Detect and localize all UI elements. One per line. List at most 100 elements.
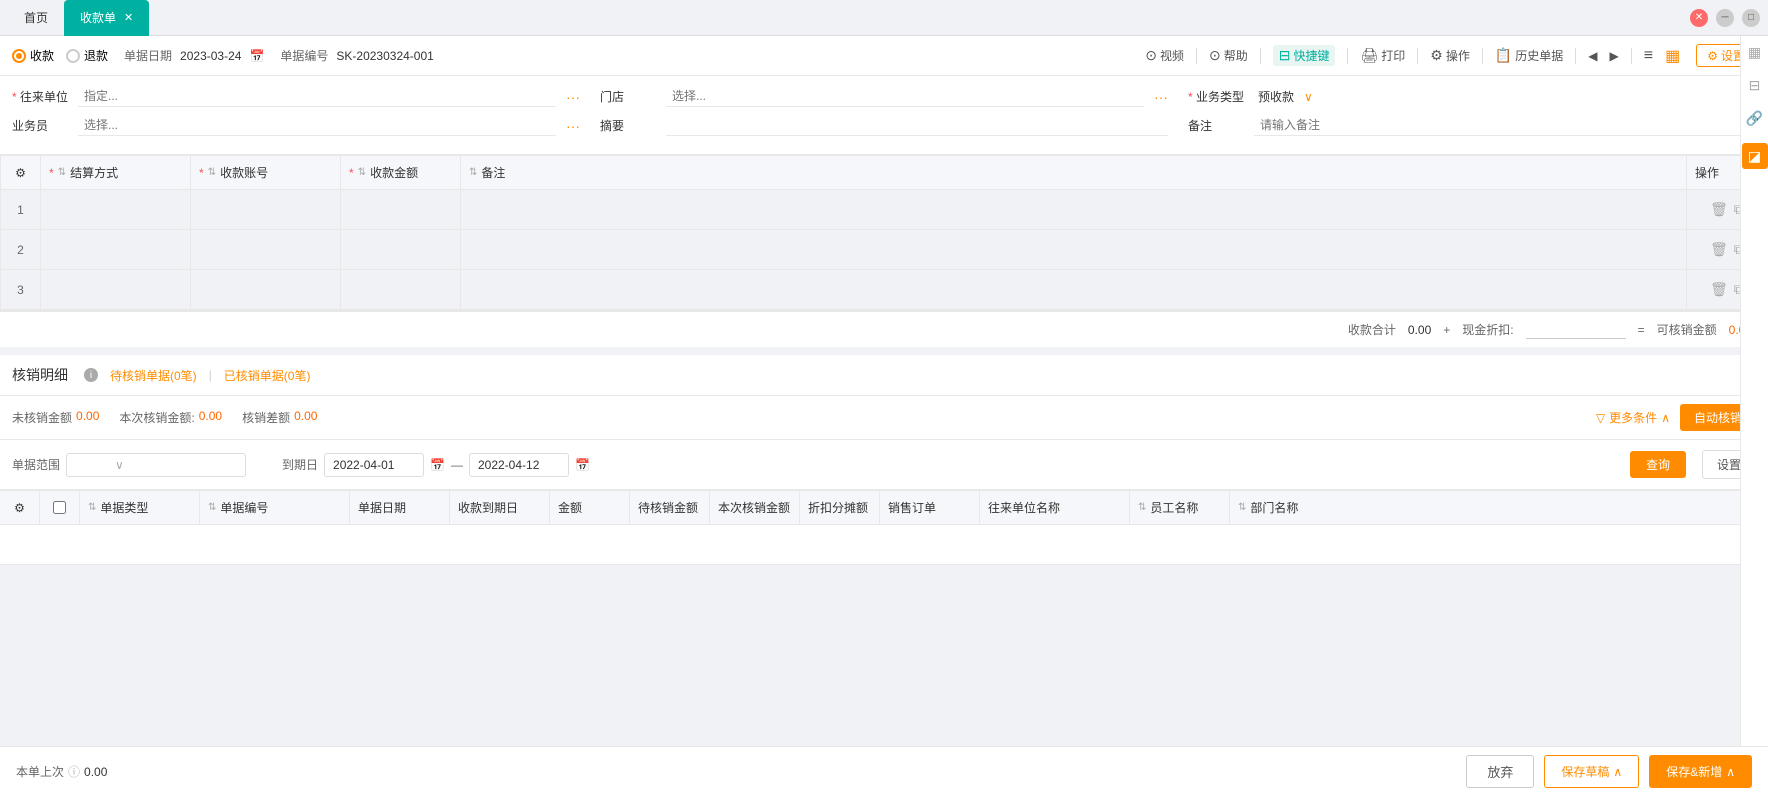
tab-close-icon[interactable]: ✕ <box>124 11 133 24</box>
biztype-dropdown-icon[interactable]: ∨ <box>1304 90 1313 104</box>
help-btn[interactable]: ⊙ 帮助 <box>1209 47 1248 64</box>
refund-radio[interactable]: 退款 <box>66 47 108 64</box>
end-cal-icon[interactable]: 📅 <box>575 458 590 472</box>
uncleared-value: 0.00 <box>76 409 99 426</box>
bottom-bar: 本单上次 ⓘ 0.00 放弃 保存草稿 ∧ 保存&新增 ∧ <box>0 746 1768 796</box>
total-value: 0.00 <box>1408 323 1431 337</box>
save-draft-btn[interactable]: 保存草稿 ∧ <box>1544 755 1639 788</box>
td-settlement-2[interactable] <box>41 230 191 269</box>
main-content: 收款 退款 单据日期 2023-03-24 📅 单据编号 SK-20230324… <box>0 36 1768 754</box>
td-remark-1[interactable] <box>461 190 1687 229</box>
receipt-radio[interactable]: 收款 <box>12 47 54 64</box>
dth-gear[interactable]: ⚙ <box>0 491 40 524</box>
doc-date-calendar-icon[interactable]: 📅 <box>249 49 264 63</box>
done-tab[interactable]: 已核销单据(0笔) <box>224 367 311 384</box>
due-date-label: 到期日 <box>282 456 318 473</box>
dth-check[interactable] <box>40 491 80 524</box>
more-filters-btn[interactable]: ▽ 更多条件 ∧ <box>1596 409 1670 426</box>
table-gear-icon: ⚙ <box>15 166 26 180</box>
select-all-checkbox[interactable] <box>53 501 66 514</box>
divider4 <box>1417 48 1418 64</box>
biztype-value: 预收款 <box>1258 88 1294 105</box>
store-input[interactable] <box>666 86 1144 107</box>
staff-input[interactable] <box>78 115 556 136</box>
equals-sign: = <box>1638 323 1645 337</box>
due-date-end[interactable] <box>469 453 569 477</box>
td-amount-2[interactable] <box>341 230 461 269</box>
summary-label: 摘要 <box>600 117 660 134</box>
td-account-2[interactable] <box>191 230 341 269</box>
pending-tab[interactable]: 待核销单据(0笔) <box>110 367 197 384</box>
sort-remark-icon: ⇅ <box>469 167 477 178</box>
win-min-button[interactable]: ─ <box>1716 9 1734 27</box>
video-btn[interactable]: ⊙ 视频 <box>1145 47 1184 64</box>
partner-more-btn[interactable]: ··· <box>566 89 580 105</box>
grid-view-btn[interactable]: ▦ <box>1665 46 1680 66</box>
per-page-info-icon[interactable]: ⓘ <box>68 763 80 780</box>
detail-table-header: ⚙ ⇅ 单据类型 ⇅ 单据编号 单据日期 收款到期日 金额 待核销金额 <box>0 490 1768 525</box>
next-btn[interactable]: ▶ <box>1610 49 1619 63</box>
total-label: 收款合计 <box>1348 321 1396 338</box>
partner-field: 往来单位 ··· <box>12 86 580 107</box>
td-settlement-1[interactable] <box>41 190 191 229</box>
per-page-label: 本单上次 <box>16 763 64 780</box>
history-btn[interactable]: 📋 历史单据 <box>1495 47 1563 64</box>
td-remark-2[interactable] <box>461 230 1687 269</box>
th-gear[interactable]: ⚙ <box>1 156 41 189</box>
tab-bar: 首页 收款单 ✕ ✕ ─ □ <box>0 0 1768 36</box>
detail-gear-icon: ⚙ <box>14 501 25 515</box>
divider3 <box>1347 48 1348 64</box>
help-icon: ⊙ <box>1209 47 1221 64</box>
prev-btn[interactable]: ◀ <box>1588 49 1597 63</box>
delete-row3-icon[interactable]: 🗑 <box>1710 281 1728 298</box>
delete-row1-icon[interactable]: 🗑 <box>1710 201 1728 218</box>
print-btn[interactable]: 🖨 打印 <box>1360 47 1405 64</box>
shortcut-icon: ⊟ <box>1279 47 1291 64</box>
operation-btn[interactable]: ⚙ 操作 <box>1430 47 1470 64</box>
right-panel-icon-4[interactable]: ◪ <box>1742 143 1768 169</box>
sort-dept-icon: ⇅ <box>1238 502 1246 513</box>
td-account-3[interactable] <box>191 270 341 309</box>
right-panel-icon-1[interactable]: ▦ <box>1748 44 1761 61</box>
offset-info-icon[interactable]: i <box>84 368 98 382</box>
td-remark-3[interactable] <box>461 270 1687 309</box>
diff-stat: 核销差额 0.00 <box>242 409 317 426</box>
more-filters-label: 更多条件 <box>1609 409 1657 426</box>
staff-label: 业务员 <box>12 117 72 134</box>
delete-row2-icon[interactable]: 🗑 <box>1710 241 1728 258</box>
shortcut-label: 快捷键 <box>1293 47 1329 64</box>
shortcut-btn[interactable]: ⊟ 快捷键 <box>1273 45 1336 66</box>
td-settlement-3[interactable] <box>41 270 191 309</box>
start-cal-icon[interactable]: 📅 <box>430 458 445 472</box>
due-date-start[interactable] <box>324 453 424 477</box>
query-btn[interactable]: 查询 <box>1630 451 1686 478</box>
settings-gear-icon: ⚙ <box>1707 49 1718 63</box>
section-divider <box>0 347 1768 355</box>
abandon-btn[interactable]: 放弃 <box>1466 755 1534 788</box>
save-new-btn[interactable]: 保存&新增 ∧ <box>1649 755 1752 788</box>
staff-more-btn[interactable]: ··· <box>566 118 580 134</box>
td-amount-1[interactable] <box>341 190 461 229</box>
td-amount-3[interactable] <box>341 270 461 309</box>
remarks-input[interactable] <box>1254 115 1756 136</box>
remarks-field: 备注 <box>1188 115 1756 136</box>
td-account-1[interactable] <box>191 190 341 229</box>
summary-row: 收款合计 0.00 + 现金折扣: = 可核销金额 0.00 <box>0 311 1768 347</box>
store-more-btn[interactable]: ··· <box>1154 89 1168 105</box>
right-panel-icon-3[interactable]: 🔗 <box>1746 110 1763 127</box>
summary-input[interactable] <box>666 115 1168 136</box>
tab-receipt[interactable]: 收款单 ✕ <box>64 0 149 36</box>
discount-input[interactable] <box>1526 320 1626 339</box>
win-max-button[interactable]: □ <box>1742 9 1760 27</box>
right-panel-icon-2[interactable]: ⊟ <box>1749 77 1761 94</box>
remarks-label: 备注 <box>1188 117 1248 134</box>
doc-range-select[interactable]: ∨ <box>66 453 246 477</box>
list-view-btn[interactable]: ≡ <box>1644 47 1653 65</box>
sort-employee-icon: ⇅ <box>1138 502 1146 513</box>
win-close-button[interactable]: ✕ <box>1690 9 1708 27</box>
partner-input[interactable] <box>78 86 556 107</box>
partner-label: 往来单位 <box>12 88 72 105</box>
search-form: 单据范围 ∨ 到期日 📅 — 📅 查询 设置 <box>0 440 1768 490</box>
print-icon: 🖨 <box>1360 47 1378 64</box>
tab-home[interactable]: 首页 <box>8 0 64 36</box>
